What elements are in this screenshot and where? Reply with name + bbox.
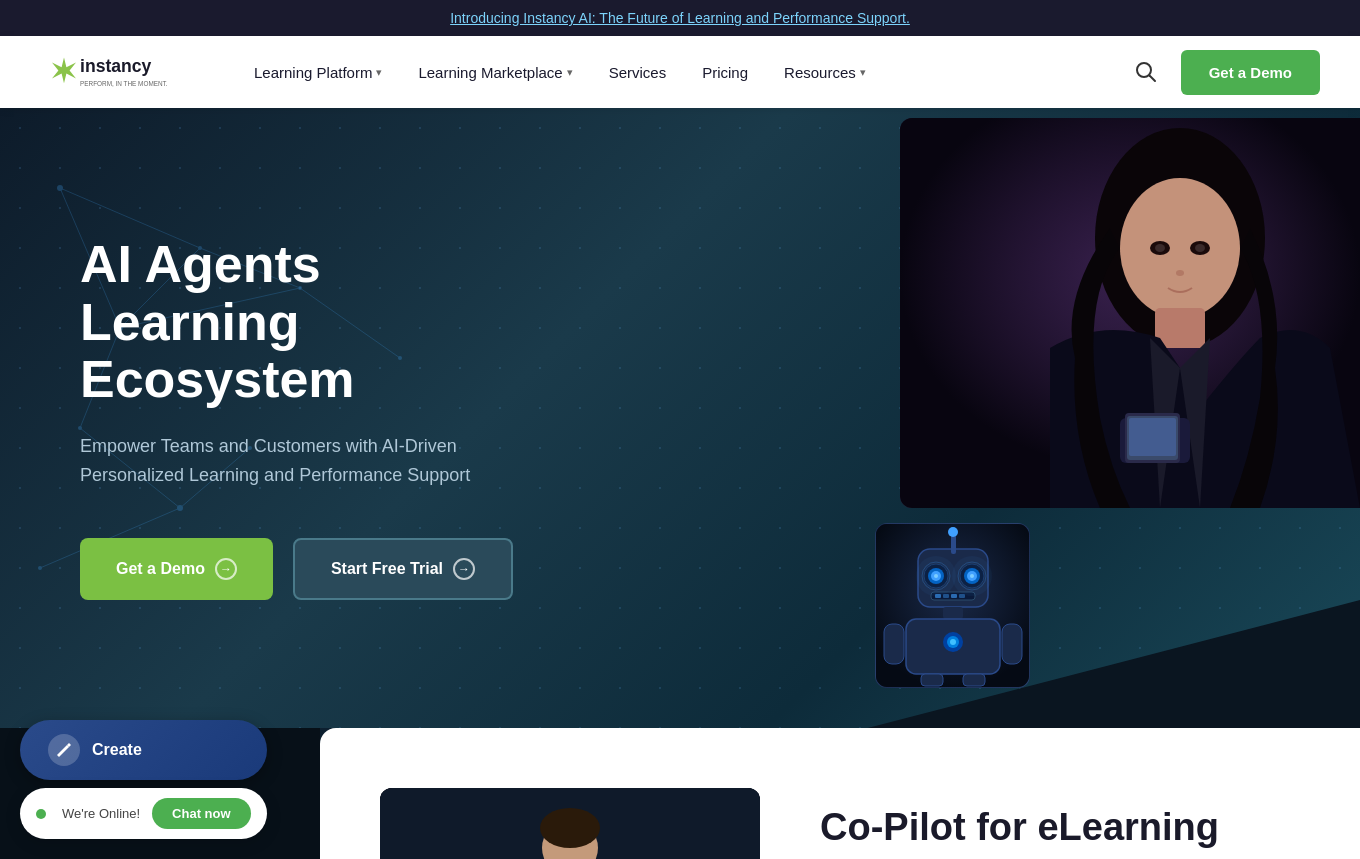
svg-point-35: [1195, 244, 1205, 252]
hero-buttons: Get a Demo → Start Free Trial →: [80, 538, 540, 600]
copilot-illustration: [380, 788, 760, 859]
hero-robot-image: [875, 523, 1030, 688]
hero-portrait-image: [900, 118, 1360, 508]
search-button[interactable]: [1127, 53, 1165, 91]
navbar: instancy PERFORM, IN THE MOMENT. Learnin…: [0, 36, 1360, 108]
hero-title: AI Agents Learning Ecosystem: [80, 236, 540, 408]
svg-rect-49: [951, 534, 956, 554]
announcement-bar: Introducing Instancy AI: The Future of L…: [0, 0, 1360, 36]
woman-illustration: [900, 118, 1360, 508]
svg-text:PERFORM, IN THE MOMENT.: PERFORM, IN THE MOMENT.: [80, 80, 168, 87]
chat-widget: We're Online! Chat now: [20, 788, 267, 839]
svg-point-66: [952, 556, 992, 596]
svg-line-4: [1149, 76, 1155, 82]
svg-point-34: [1155, 244, 1165, 252]
search-icon: [1135, 61, 1157, 83]
svg-point-36: [1176, 270, 1184, 276]
svg-rect-53: [943, 594, 949, 598]
svg-rect-62: [1002, 624, 1022, 664]
copilot-image: [380, 788, 760, 859]
copilot-text: Co-Pilot for eLearning Creators Harness …: [820, 805, 1300, 859]
logo-area: instancy PERFORM, IN THE MOMENT.: [40, 44, 200, 100]
svg-rect-54: [951, 594, 957, 598]
svg-rect-56: [943, 607, 963, 619]
logo: instancy PERFORM, IN THE MOMENT.: [40, 44, 200, 100]
copilot-right-panel: Co-Pilot for eLearning Creators Harness …: [320, 728, 1360, 859]
svg-point-26: [1120, 178, 1240, 318]
nav-links: Learning Platform ▾ Learning Marketplace…: [240, 56, 880, 89]
svg-rect-55: [959, 594, 965, 598]
svg-point-65: [916, 556, 956, 596]
chat-status-text: We're Online!: [62, 806, 140, 821]
nav-item-services[interactable]: Services: [595, 56, 681, 89]
chevron-down-icon: ▾: [567, 66, 573, 79]
bottom-widget: Create We're Online! Chat now: [20, 720, 267, 839]
get-demo-nav-button[interactable]: Get a Demo: [1181, 50, 1320, 95]
robot-illustration: [876, 524, 1030, 688]
announcement-link[interactable]: Introducing Instancy AI: The Future of L…: [450, 10, 910, 26]
svg-rect-61: [884, 624, 904, 664]
chat-now-button[interactable]: Chat now: [152, 798, 251, 829]
svg-rect-64: [963, 674, 985, 686]
nav-item-pricing[interactable]: Pricing: [688, 56, 762, 89]
start-free-trial-button[interactable]: Start Free Trial →: [293, 538, 513, 600]
copilot-title: Co-Pilot for eLearning Creators: [820, 805, 1300, 859]
hero-content: AI Agents Learning Ecosystem Empower Tea…: [0, 156, 600, 679]
svg-marker-0: [52, 58, 76, 84]
arrow-right-icon: →: [453, 558, 475, 580]
svg-point-78: [540, 808, 600, 848]
svg-rect-31: [1129, 418, 1176, 456]
chevron-down-icon: ▾: [860, 66, 866, 79]
arrow-right-icon: →: [215, 558, 237, 580]
svg-text:instancy: instancy: [80, 56, 152, 76]
svg-point-60: [950, 639, 956, 645]
chevron-down-icon: ▾: [376, 66, 382, 79]
hero-section: AI Agents Learning Ecosystem Empower Tea…: [0, 108, 1360, 728]
hero-subtitle: Empower Teams and Customers with AI-Driv…: [80, 432, 540, 490]
svg-rect-63: [921, 674, 943, 686]
hero-image-area: [800, 108, 1360, 728]
nav-item-learning-platform[interactable]: Learning Platform ▾: [240, 56, 396, 89]
edit-icon: [48, 734, 80, 766]
svg-point-50: [948, 527, 958, 537]
nav-item-learning-marketplace[interactable]: Learning Marketplace ▾: [404, 56, 586, 89]
create-button[interactable]: Create: [20, 720, 267, 780]
nav-item-resources[interactable]: Resources ▾: [770, 56, 880, 89]
get-demo-hero-button[interactable]: Get a Demo →: [80, 538, 273, 600]
online-dot: [36, 809, 46, 819]
